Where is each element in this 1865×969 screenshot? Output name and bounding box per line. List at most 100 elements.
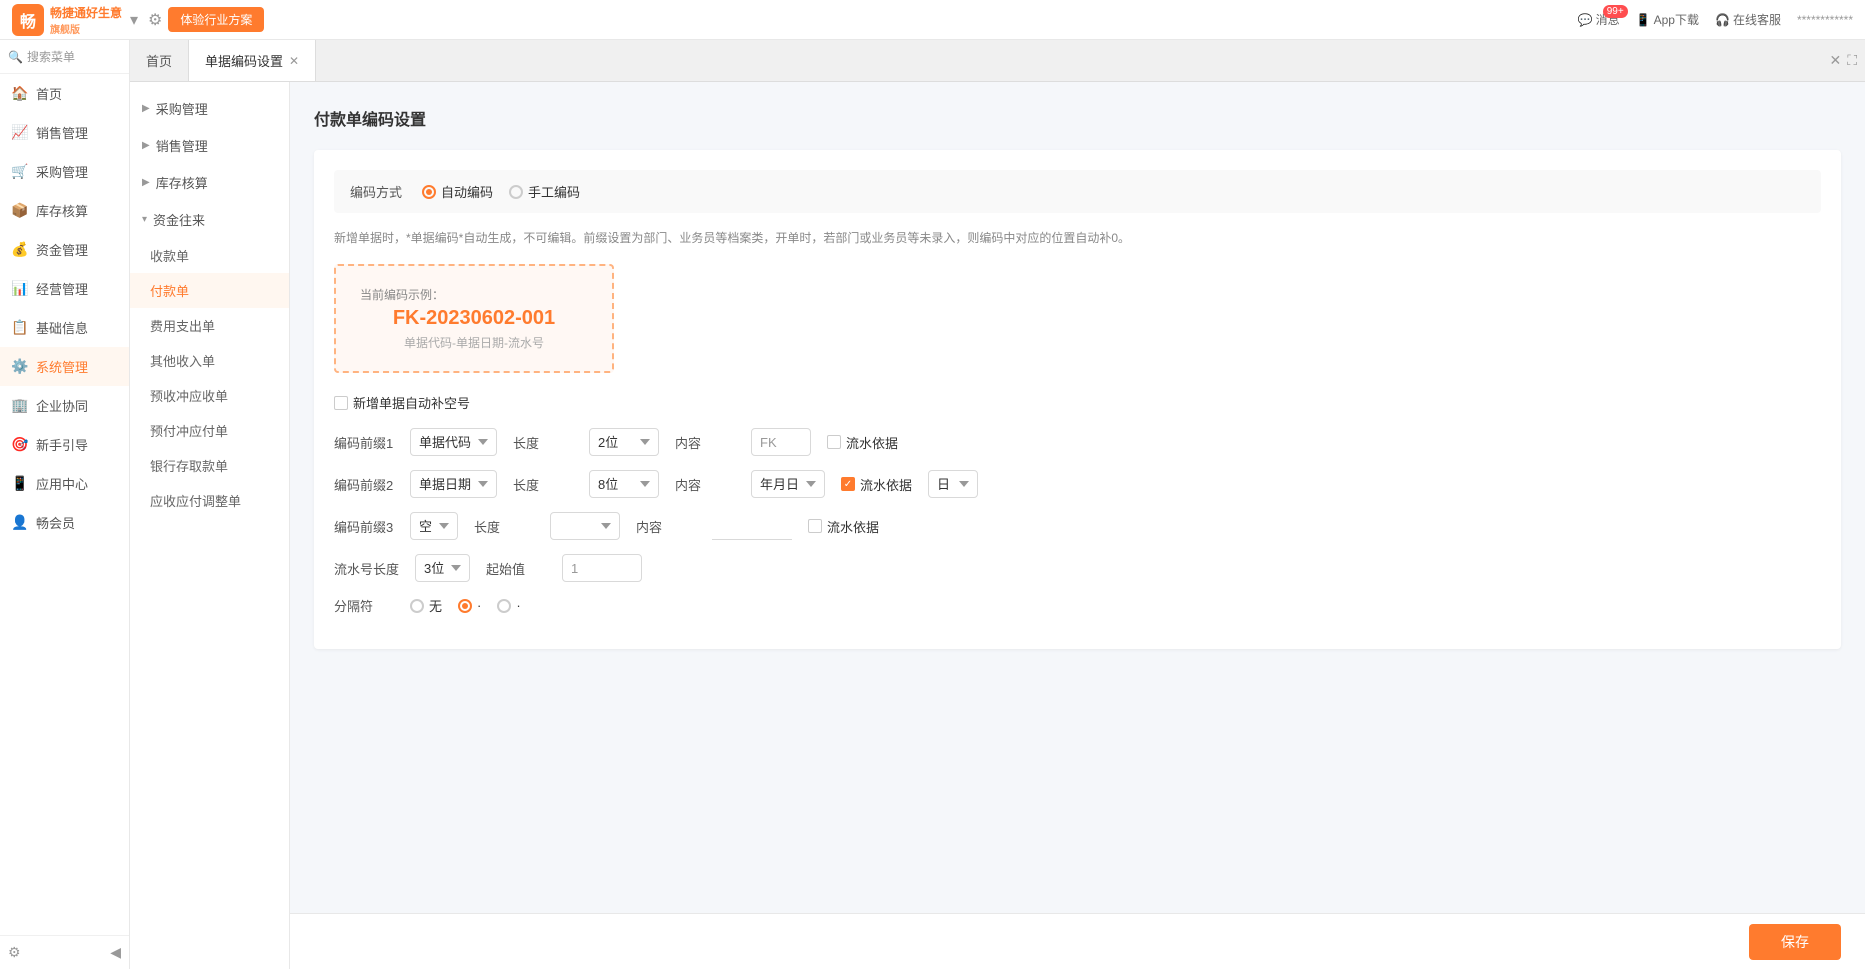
form-row-prefix2: 编码前缀2 单据日期 长度 8位 内容 年月日 [334,470,1821,498]
sidebar-item-guide[interactable]: 🎯 新手引导 [0,425,129,464]
tab-close-btn[interactable]: ✕ [1829,52,1841,69]
start-value-input[interactable] [562,554,642,582]
download-icon: 📱 [1636,13,1651,27]
top-header: 畅 畅捷通好生意 旗舰版 ▾ ⚙ 体验行业方案 💬 消息 99+ 📱 App下载… [0,0,1865,40]
sidebar-item-inventory[interactable]: 📦 库存核算 [0,191,129,230]
trial-btn[interactable]: 体验行业方案 [168,7,264,32]
chevron-down-icon[interactable]: ▾ [130,10,138,30]
preview-box: 当前编码示例： FK-20230602-001 单据代码-单据日期-流水号 [334,264,614,373]
right-panel: 首页 单据编码设置 ✕ ✕ ⛶ ▶ 采购管理 [130,40,1865,969]
menu-group-purchase: ▶ 采购管理 [130,90,289,127]
submenu-payment[interactable]: 付款单 [130,273,289,308]
submenu-pre-payable[interactable]: 预付冲应付单 [130,413,289,448]
prefix1-select[interactable]: 单据代码 [410,428,497,456]
tab-expand-btn[interactable]: ⛶ [1847,52,1857,69]
message-badge[interactable]: 💬 消息 99+ [1578,11,1620,28]
serial2-checkbox-box: ✓ [841,477,855,491]
save-button[interactable]: 保存 [1749,924,1841,960]
logo-icon: 畅 [12,4,44,36]
sep-dash-radio[interactable]: · [458,598,481,613]
serial1-checkbox[interactable]: 流水依据 [827,433,898,452]
chevron-right-icon3: ▶ [142,177,150,188]
content2-select[interactable]: 年月日 [751,470,825,498]
chevron-right-icon2: ▶ [142,140,150,151]
sidebar-item-sales[interactable]: 📈 销售管理 [0,113,129,152]
length1-label: 长度 [513,433,573,452]
main-layout: 🔍 搜索菜单 🏠 首页 📈 销售管理 🛒 采购管理 📦 库存核算 💰 [0,40,1865,969]
submenu-other-income[interactable]: 其他收入单 [130,343,289,378]
length2-label: 长度 [513,475,573,494]
tab-home[interactable]: 首页 [130,40,188,81]
menu-group-sales: ▶ 销售管理 [130,127,289,164]
sep-other-radio[interactable]: · [497,598,520,613]
operation-icon: 📊 [12,281,28,297]
collapse-icon[interactable]: ◀ [110,944,121,961]
length3-select[interactable] [550,512,620,540]
user-info[interactable]: ************ [1797,13,1853,27]
start-value-label: 起始值 [486,559,546,578]
menu-group-sales-header[interactable]: ▶ 销售管理 [130,127,289,164]
content1-input[interactable] [751,428,811,456]
radio-manual-code[interactable]: 手工编码 [509,182,580,201]
system-icon: ⚙️ [12,359,28,375]
sep-none-radio[interactable]: 无 [410,596,442,615]
serial2-unit-select[interactable]: 日 [928,470,978,498]
inventory-icon: 📦 [12,203,28,219]
tab-bar-actions: ✕ ⛶ [1829,52,1865,69]
menu-group-finance-header[interactable]: ▾ 资金往来 [130,201,289,238]
search-icon: 🔍 [8,50,23,64]
page-content: 付款单编码设置 编码方式 自动编码 [290,82,1865,913]
form-section: 编码前缀1 单据代码 长度 2位 内容 [334,428,1821,615]
serial2-checkbox[interactable]: ✓ 流水依据 [841,475,912,494]
form-row-prefix1: 编码前缀1 单据代码 长度 2位 内容 [334,428,1821,456]
sidebar-item-enterprise[interactable]: 🏢 企业协同 [0,386,129,425]
sidebar-item-member[interactable]: 👤 畅会员 [0,503,129,542]
sidebar-item-finance[interactable]: 💰 资金管理 [0,230,129,269]
serial-length-select[interactable]: 3位 [415,554,470,582]
prefix2-select[interactable]: 单据日期 [410,470,497,498]
sep-other-label: · [516,598,520,613]
sidebar-item-basic[interactable]: 📋 基础信息 [0,308,129,347]
preview-code: FK-20230602-001 [360,307,588,330]
chevron-right-icon: ▶ [142,103,150,114]
encoding-method-row: 编码方式 自动编码 手工编码 [334,170,1821,213]
form-row-prefix3: 编码前缀3 空 长度 内容 [334,512,1821,540]
submenu-pre-receivable[interactable]: 预收冲应收单 [130,378,289,413]
submenu-receivable-adjust[interactable]: 应收应付调整单 [130,483,289,518]
serial3-checkbox-box [808,519,822,533]
radio-auto-code[interactable]: 自动编码 [422,182,493,201]
search-menu[interactable]: 🔍 搜索菜单 [0,40,129,74]
content3-input [712,512,792,540]
length2-select[interactable]: 8位 [589,470,659,498]
sidebar-item-purchase[interactable]: 🛒 采购管理 [0,152,129,191]
settings-icon[interactable]: ⚙ [148,10,162,30]
submenu-bank-deposit[interactable]: 银行存取款单 [130,448,289,483]
guide-icon: 🎯 [12,437,28,453]
auto-fill-checkbox[interactable]: 新增单据自动补空号 [334,393,1821,412]
prefix1-label: 编码前缀1 [334,433,394,452]
tab-serial-setting[interactable]: 单据编码设置 ✕ [188,40,316,81]
serial3-checkbox[interactable]: 流水依据 [808,517,879,536]
length1-select[interactable]: 2位 [589,428,659,456]
page-wrapper: 付款单编码设置 编码方式 自动编码 [290,82,1865,969]
sidebar-item-operation[interactable]: 📊 经营管理 [0,269,129,308]
inner-sidebar: ▶ 采购管理 ▶ 销售管理 ▶ 库存核算 [130,82,290,969]
settings-bottom-icon[interactable]: ⚙ [8,944,21,961]
sep-other-circle [497,599,511,613]
app-download[interactable]: 📱 App下载 [1636,11,1699,28]
inner-layout: ▶ 采购管理 ▶ 销售管理 ▶ 库存核算 [130,82,1865,969]
submenu-expense[interactable]: 费用支出单 [130,308,289,343]
submenu-receipt[interactable]: 收款单 [130,238,289,273]
sidebar-item-home[interactable]: 🏠 首页 [0,74,129,113]
menu-group-purchase-header[interactable]: ▶ 采购管理 [130,90,289,127]
preview-desc: 单据代码-单据日期-流水号 [360,334,588,351]
online-service[interactable]: 🎧 在线客服 [1715,11,1781,28]
encoding-method-label: 编码方式 [350,182,402,201]
menu-group-inventory-header[interactable]: ▶ 库存核算 [130,164,289,201]
radio-auto-circle [422,185,436,199]
sidebar-item-appcenter[interactable]: 📱 应用中心 [0,464,129,503]
prefix3-select[interactable]: 空 [410,512,458,540]
bottom-bar: 保存 [290,913,1865,969]
sidebar-item-system[interactable]: ⚙️ 系统管理 [0,347,129,386]
tab-close-icon[interactable]: ✕ [289,54,299,68]
